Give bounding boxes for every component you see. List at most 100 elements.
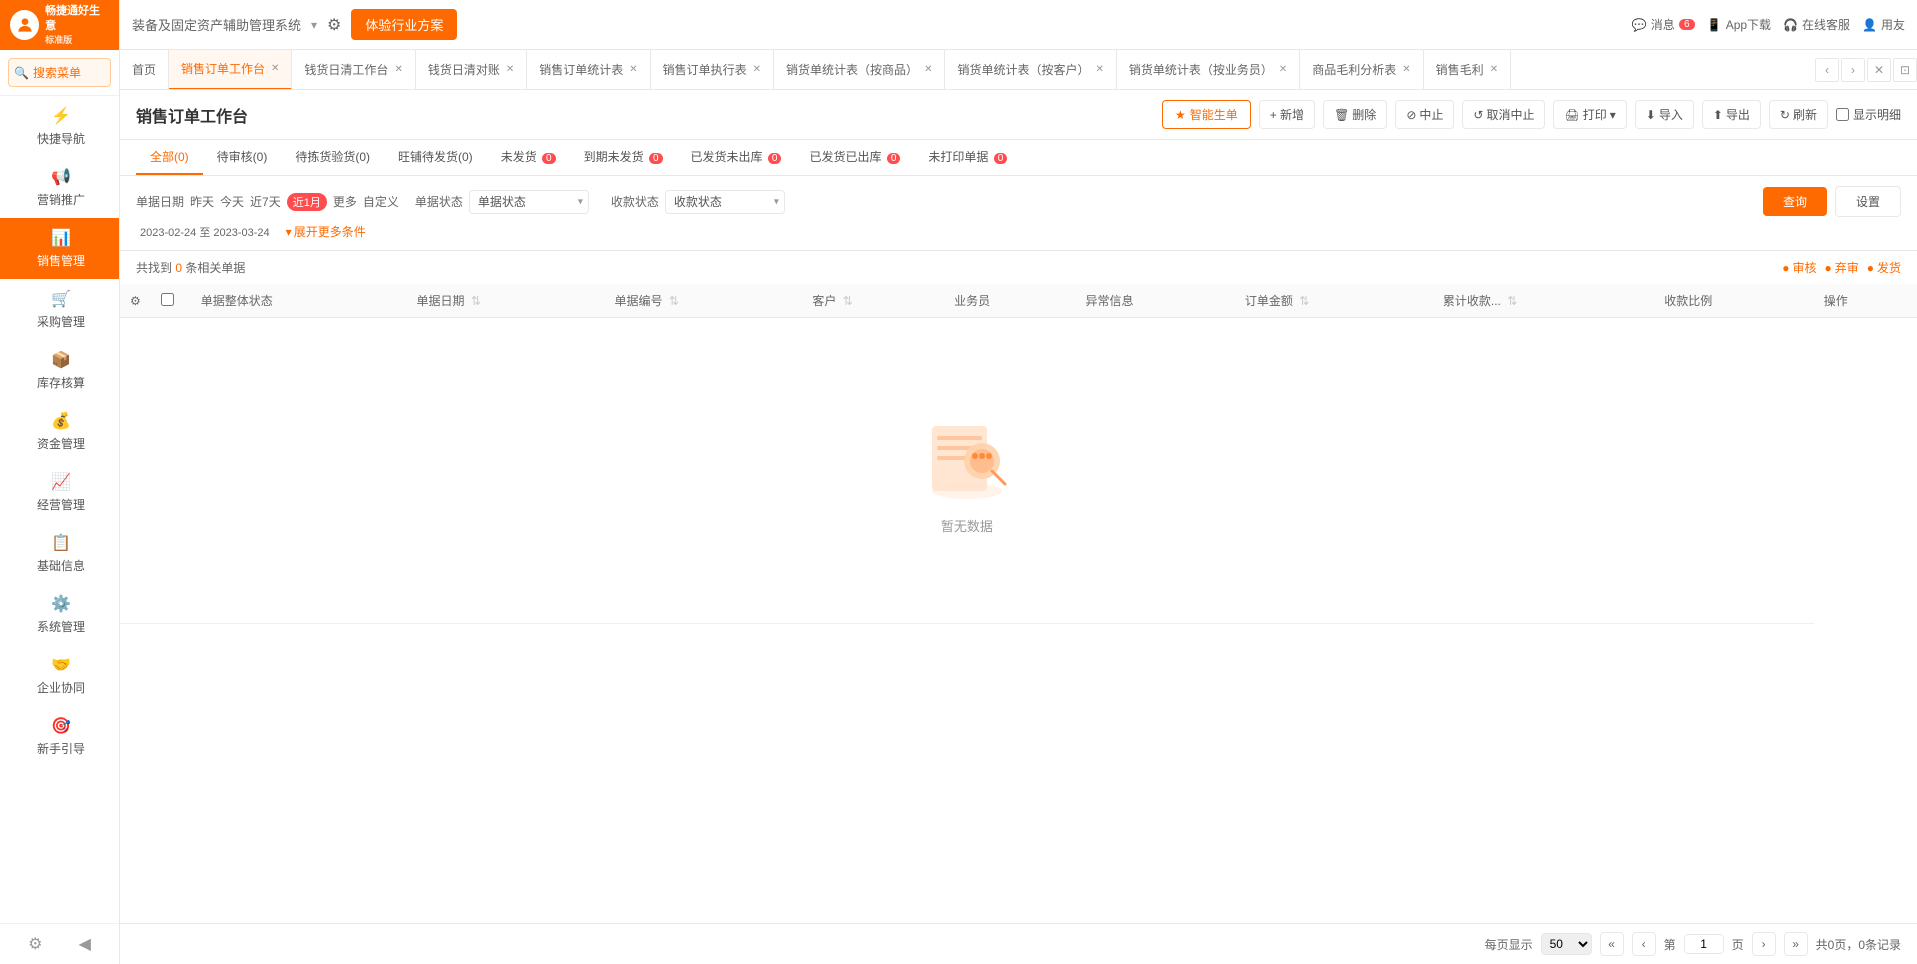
sidebar-item-quick-nav[interactable]: ⚡ 快捷导航 <box>0 96 119 157</box>
select-all-checkbox[interactable] <box>161 293 174 306</box>
col-date-header[interactable]: 单据日期 ⇅ <box>407 284 605 318</box>
subtab-unprinted[interactable]: 未打印单据 0 <box>914 140 1021 175</box>
subtab-shipped-out[interactable]: 已发货已出库 0 <box>795 140 914 175</box>
col-number-header[interactable]: 单据编号 ⇅ <box>604 284 802 318</box>
tab-close-icon[interactable]: ✕ <box>1279 64 1287 75</box>
print-button[interactable]: 🖨 打印 ▾ <box>1553 100 1626 129</box>
date-link-yesterday[interactable]: 昨天 <box>190 193 214 210</box>
review-action-btn[interactable]: ● 审核 <box>1782 259 1816 276</box>
tab-sales-summary-customer[interactable]: 销货单统计表（按客户） ✕ <box>945 50 1116 90</box>
status-select[interactable]: 单据状态 <box>469 190 589 214</box>
sidebar-item-marketing[interactable]: 📢 营销推广 <box>0 157 119 218</box>
sidebar-item-finance[interactable]: 💰 资金管理 <box>0 401 119 462</box>
tab-close-icon[interactable]: ✕ <box>271 63 279 74</box>
cancel-stop-button[interactable]: ↺ 取消中止 <box>1462 100 1545 129</box>
collapse-sidebar-icon[interactable]: ◀ <box>79 934 91 954</box>
page-next-button[interactable]: › <box>1752 932 1776 956</box>
tab-cash-reconcile[interactable]: 钱货日清对账 ✕ <box>416 50 527 90</box>
expand-conditions-button[interactable]: ▾ 展开更多条件 <box>286 223 366 240</box>
date-link-more[interactable]: 更多 <box>333 193 357 210</box>
date-link-custom[interactable]: 自定义 <box>363 193 399 210</box>
sidebar-item-system[interactable]: ⚙️ 系统管理 <box>0 584 119 645</box>
tab-product-margin[interactable]: 商品毛利分析表 ✕ <box>1300 50 1423 90</box>
date-link-7days[interactable]: 近7天 <box>250 193 281 210</box>
tab-sales-stats[interactable]: 销售订单统计表 ✕ <box>527 50 650 90</box>
tab-close-icon[interactable]: ✕ <box>394 64 402 75</box>
query-button[interactable]: 查询 <box>1763 187 1827 216</box>
app-download-action[interactable]: 📱 App下载 <box>1707 16 1771 33</box>
page-size-select[interactable]: 50 10 20 100 <box>1541 933 1592 955</box>
sidebar-item-inventory[interactable]: 📦 库存核算 <box>0 340 119 401</box>
subtab-overdue[interactable]: 到期未发货 0 <box>570 140 677 175</box>
page-first-button[interactable]: « <box>1600 932 1624 956</box>
tab-close-icon[interactable]: ✕ <box>1095 64 1103 75</box>
sidebar-item-cooperation[interactable]: 🤝 企业协同 <box>0 645 119 706</box>
page-number-input[interactable] <box>1684 934 1724 954</box>
sidebar-item-operation[interactable]: 📈 经营管理 <box>0 462 119 523</box>
cancel-review-action-btn[interactable]: ● 弃审 <box>1824 259 1858 276</box>
payment-select[interactable]: 收款状态 <box>665 190 785 214</box>
tab-close-icon[interactable]: ✕ <box>1402 64 1410 75</box>
date-link-1month[interactable]: 近1月 <box>287 193 327 211</box>
sidebar-item-purchase[interactable]: 🛒 采购管理 <box>0 279 119 340</box>
subtab-pending-review[interactable]: 待审核(0) <box>203 140 282 175</box>
date-link-today[interactable]: 今天 <box>220 193 244 210</box>
col-operations-header: 操作 <box>1814 284 1917 318</box>
subtab-shipped-no-out[interactable]: 已发货未出库 0 <box>677 140 796 175</box>
sidebar-item-guide[interactable]: 🎯 新手引导 <box>0 706 119 767</box>
tab-sales-profit[interactable]: 销售毛利 ✕ <box>1424 50 1511 90</box>
sidebar-item-label: 新手引导 <box>37 740 85 757</box>
tab-close-icon[interactable]: ✕ <box>753 64 761 75</box>
smart-generate-button[interactable]: ★ 智能生单 <box>1162 100 1251 129</box>
tab-home[interactable]: 首页 <box>120 50 169 90</box>
col-staff-header[interactable]: 业务员 <box>944 284 1075 318</box>
tab-sales-summary-product[interactable]: 销货单统计表（按商品） ✕ <box>774 50 945 90</box>
set-button[interactable]: 设置 <box>1835 186 1901 217</box>
tab-sales-workbench[interactable]: 销售订单工作台 ✕ <box>169 50 292 90</box>
sidebar-item-sales[interactable]: 📊 销售管理 <box>0 218 119 279</box>
settings-bottom-icon[interactable]: ⚙ <box>28 934 42 954</box>
tab-sales-summary-staff[interactable]: 销货单统计表（按业务员） ✕ <box>1117 50 1300 90</box>
topbar-settings-icon[interactable]: ⚙ <box>327 15 341 35</box>
export-button[interactable]: ⬆ 导出 <box>1702 100 1761 129</box>
subtab-unshipped[interactable]: 未发货 0 <box>487 140 570 175</box>
tab-scroll-right-icon[interactable]: › <box>1841 58 1865 82</box>
col-customer-header[interactable]: 客户 ⇅ <box>802 284 944 318</box>
delete-icon: 🗑 <box>1334 108 1349 122</box>
search-menu-button[interactable]: 🔍 搜索菜单 <box>8 58 111 87</box>
show-detail-checkbox[interactable] <box>1836 108 1849 121</box>
col-collected-header[interactable]: 累计收款... ⇅ <box>1433 284 1654 318</box>
tab-sales-summary-staff-label: 销货单统计表（按业务员） <box>1129 61 1273 78</box>
tab-close-icon[interactable]: ✕ <box>924 64 932 75</box>
tab-close-icon[interactable]: ✕ <box>1490 64 1498 75</box>
stop-button[interactable]: ⊘ 中止 <box>1395 100 1454 129</box>
tab-expand-icon[interactable]: ⊡ <box>1893 58 1917 82</box>
sidebar-item-basic[interactable]: 📋 基础信息 <box>0 523 119 584</box>
sidebar-search-section: 🔍 搜索菜单 <box>0 50 119 96</box>
empty-row: 暂无数据 <box>120 318 1917 624</box>
online-service-action[interactable]: 🎧 在线客服 <box>1783 16 1850 33</box>
user-action[interactable]: 👤 用友 <box>1862 16 1905 33</box>
refresh-button[interactable]: ↻ 刷新 <box>1769 100 1828 129</box>
sales-icon: 📊 <box>51 228 71 248</box>
subtab-all[interactable]: 全部(0) <box>136 140 203 175</box>
subtab-wangpu[interactable]: 旺铺待发货(0) <box>384 140 487 175</box>
page-prev-button[interactable]: ‹ <box>1632 932 1656 956</box>
subtab-pending-inspect[interactable]: 待拣货验货(0) <box>281 140 384 175</box>
message-action[interactable]: 💬 消息 6 <box>1632 16 1695 33</box>
tab-close-all-icon[interactable]: ✕ <box>1867 58 1891 82</box>
industry-btn[interactable]: 体验行业方案 <box>351 9 457 40</box>
col-amount-header[interactable]: 订单金额 ⇅ <box>1235 284 1433 318</box>
tab-scroll-left-icon[interactable]: ‹ <box>1815 58 1839 82</box>
table-result-info: 共找到 0 条相关单据 <box>136 259 245 276</box>
tab-sales-exec[interactable]: 销售订单执行表 ✕ <box>651 50 774 90</box>
import-button[interactable]: ⬇ 导入 <box>1635 100 1694 129</box>
tab-close-icon[interactable]: ✕ <box>506 64 514 75</box>
ship-action-btn[interactable]: ● 发货 <box>1867 259 1901 276</box>
page-last-button[interactable]: » <box>1784 932 1808 956</box>
delete-button[interactable]: 🗑 删除 <box>1323 100 1387 129</box>
tab-cash-daily[interactable]: 钱货日清工作台 ✕ <box>292 50 415 90</box>
tab-close-icon[interactable]: ✕ <box>629 64 637 75</box>
col-settings[interactable]: ⚙ <box>120 284 151 318</box>
add-button[interactable]: + 新增 <box>1259 100 1315 129</box>
